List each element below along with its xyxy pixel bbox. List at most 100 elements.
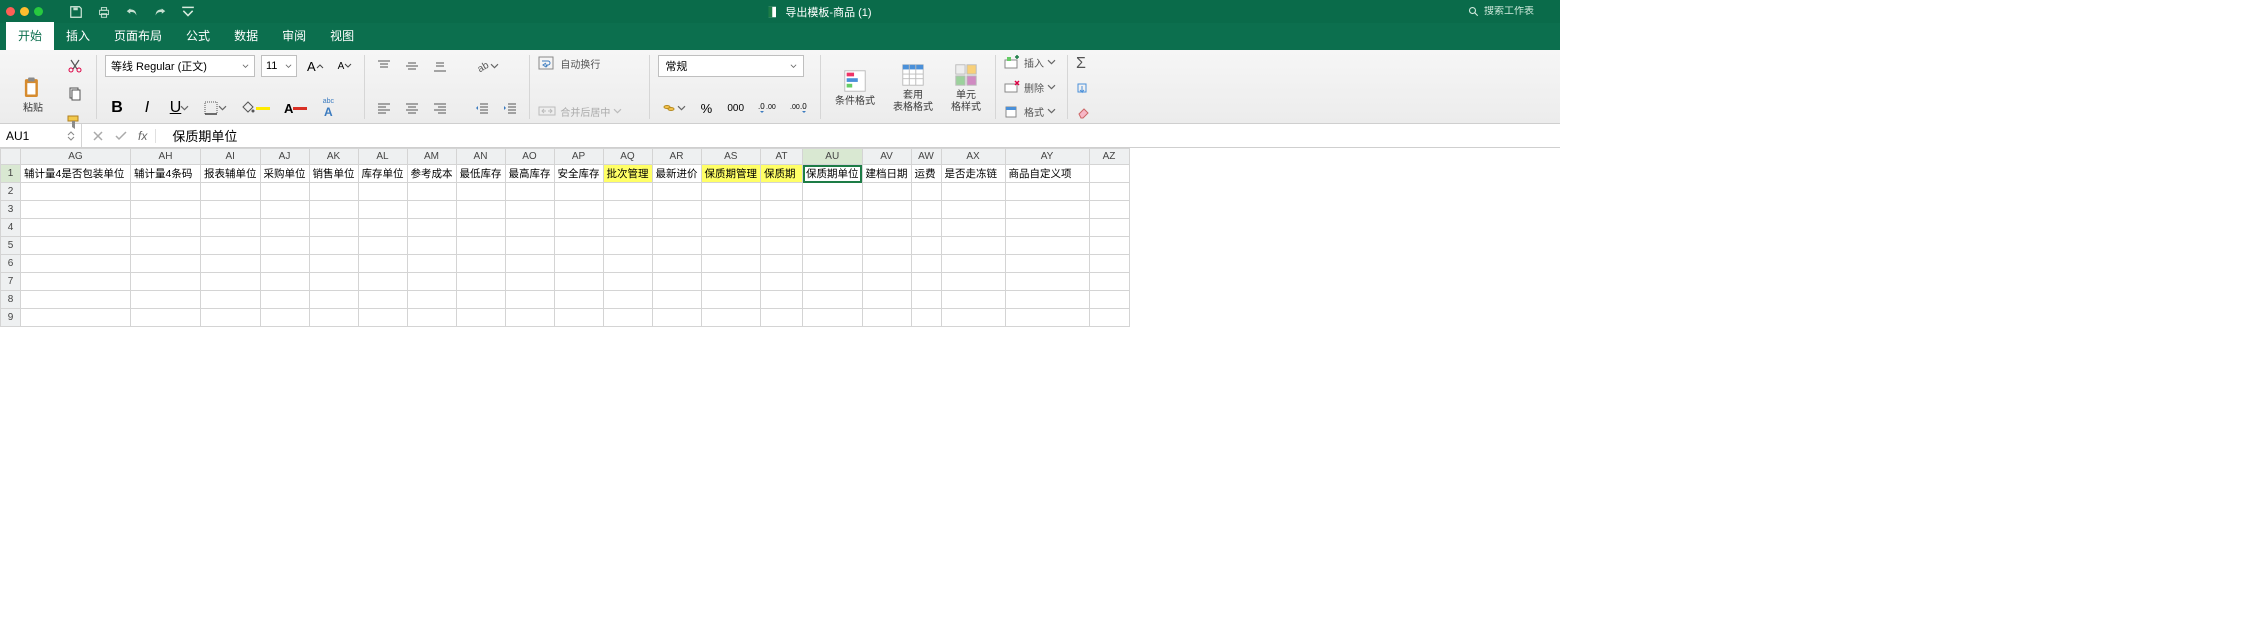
cell-AX1[interactable]: 是否走冻链 [941,165,1005,183]
cell-AU7[interactable] [803,273,863,291]
cell-AG2[interactable] [21,183,131,201]
cell-AH3[interactable] [131,201,201,219]
cell-AZ9[interactable] [1089,309,1129,327]
cell-AV2[interactable] [862,183,911,201]
cell-AW5[interactable] [911,237,941,255]
fx-label[interactable]: fx [138,129,156,143]
cell-AR7[interactable] [652,273,701,291]
merge-center-button[interactable]: 合并后居中 [538,103,641,119]
cell-AK2[interactable] [309,183,358,201]
cell-AP7[interactable] [554,273,603,291]
cell-AM8[interactable] [407,291,456,309]
column-header-AV[interactable]: AV [862,149,911,165]
cell-AG1[interactable]: 辅计量4是否包装单位 [21,165,131,183]
cell-AT6[interactable] [761,255,803,273]
cell-AO4[interactable] [505,219,554,237]
cell-AN4[interactable] [456,219,505,237]
cell-AR4[interactable] [652,219,701,237]
cell-AS8[interactable] [701,291,761,309]
column-header-AI[interactable]: AI [201,149,261,165]
cell-AK9[interactable] [309,309,358,327]
align-middle-button[interactable] [401,55,423,77]
column-header-AT[interactable]: AT [761,149,803,165]
minimize-window-button[interactable] [20,7,29,16]
column-header-AX[interactable]: AX [941,149,1005,165]
cell-AL3[interactable] [358,201,407,219]
cell-AS5[interactable] [701,237,761,255]
cell-AZ6[interactable] [1089,255,1129,273]
orientation-button[interactable]: ab [471,55,502,77]
percent-button[interactable]: % [695,97,717,119]
cell-AI4[interactable] [201,219,261,237]
cell-AH5[interactable] [131,237,201,255]
cell-AG8[interactable] [21,291,131,309]
cell-AW2[interactable] [911,183,941,201]
cell-AH8[interactable] [131,291,201,309]
cell-AQ9[interactable] [603,309,652,327]
cell-AS9[interactable] [701,309,761,327]
cell-AR3[interactable] [652,201,701,219]
cell-AI7[interactable] [201,273,261,291]
cell-AY8[interactable] [1005,291,1089,309]
cell-AX7[interactable] [941,273,1005,291]
tab-视图[interactable]: 视图 [318,22,366,50]
cell-AN9[interactable] [456,309,505,327]
cell-AJ7[interactable] [260,273,309,291]
search-sheet[interactable] [1444,6,1554,18]
cell-AO9[interactable] [505,309,554,327]
font-name-combo[interactable]: 等线 Regular (正文) [105,55,255,77]
cell-AM6[interactable] [407,255,456,273]
cell-AO6[interactable] [505,255,554,273]
currency-button[interactable] [658,97,689,119]
cell-AS2[interactable] [701,183,761,201]
cell-AN7[interactable] [456,273,505,291]
cell-AR9[interactable] [652,309,701,327]
conditional-format-button[interactable]: 条件格式 [829,66,881,108]
decrease-decimal-button[interactable]: .00.0 [786,97,812,119]
customize-qat-icon[interactable] [181,5,195,19]
cell-AT9[interactable] [761,309,803,327]
select-all-corner[interactable] [1,149,21,165]
cell-AJ8[interactable] [260,291,309,309]
cell-AQ4[interactable] [603,219,652,237]
cell-AI1[interactable]: 报表辅单位 [201,165,261,183]
cell-AK3[interactable] [309,201,358,219]
cell-AI6[interactable] [201,255,261,273]
cell-AN2[interactable] [456,183,505,201]
cell-AO3[interactable] [505,201,554,219]
align-center-button[interactable] [401,97,423,119]
close-window-button[interactable] [6,7,15,16]
cell-AZ3[interactable] [1089,201,1129,219]
phonetic-button[interactable]: abcA [317,97,339,119]
format-cells-button[interactable]: 格式 [1004,104,1059,119]
cell-AW1[interactable]: 运费 [911,165,941,183]
cell-AJ9[interactable] [260,309,309,327]
decrease-font-button[interactable]: A [334,55,357,77]
column-header-AR[interactable]: AR [652,149,701,165]
row-header-1[interactable]: 1 [1,165,21,183]
cell-AN1[interactable]: 最低库存 [456,165,505,183]
align-left-button[interactable] [373,97,395,119]
cell-AK1[interactable]: 销售单位 [309,165,358,183]
cell-AM5[interactable] [407,237,456,255]
cell-AX2[interactable] [941,183,1005,201]
column-header-AO[interactable]: AO [505,149,554,165]
cell-AU5[interactable] [803,237,863,255]
cell-AZ5[interactable] [1089,237,1129,255]
cell-AS6[interactable] [701,255,761,273]
column-header-AG[interactable]: AG [21,149,131,165]
cell-AV7[interactable] [862,273,911,291]
row-header-5[interactable]: 5 [1,237,21,255]
column-header-AS[interactable]: AS [701,149,761,165]
cell-AY5[interactable] [1005,237,1089,255]
underline-button[interactable]: U [165,97,193,119]
cell-AQ2[interactable] [603,183,652,201]
undo-icon[interactable] [125,5,139,19]
cell-AG6[interactable] [21,255,131,273]
cell-AM3[interactable] [407,201,456,219]
cell-AZ4[interactable] [1089,219,1129,237]
cell-AU3[interactable] [803,201,863,219]
cell-AJ4[interactable] [260,219,309,237]
cell-AU8[interactable] [803,291,863,309]
borders-button[interactable] [199,97,230,119]
